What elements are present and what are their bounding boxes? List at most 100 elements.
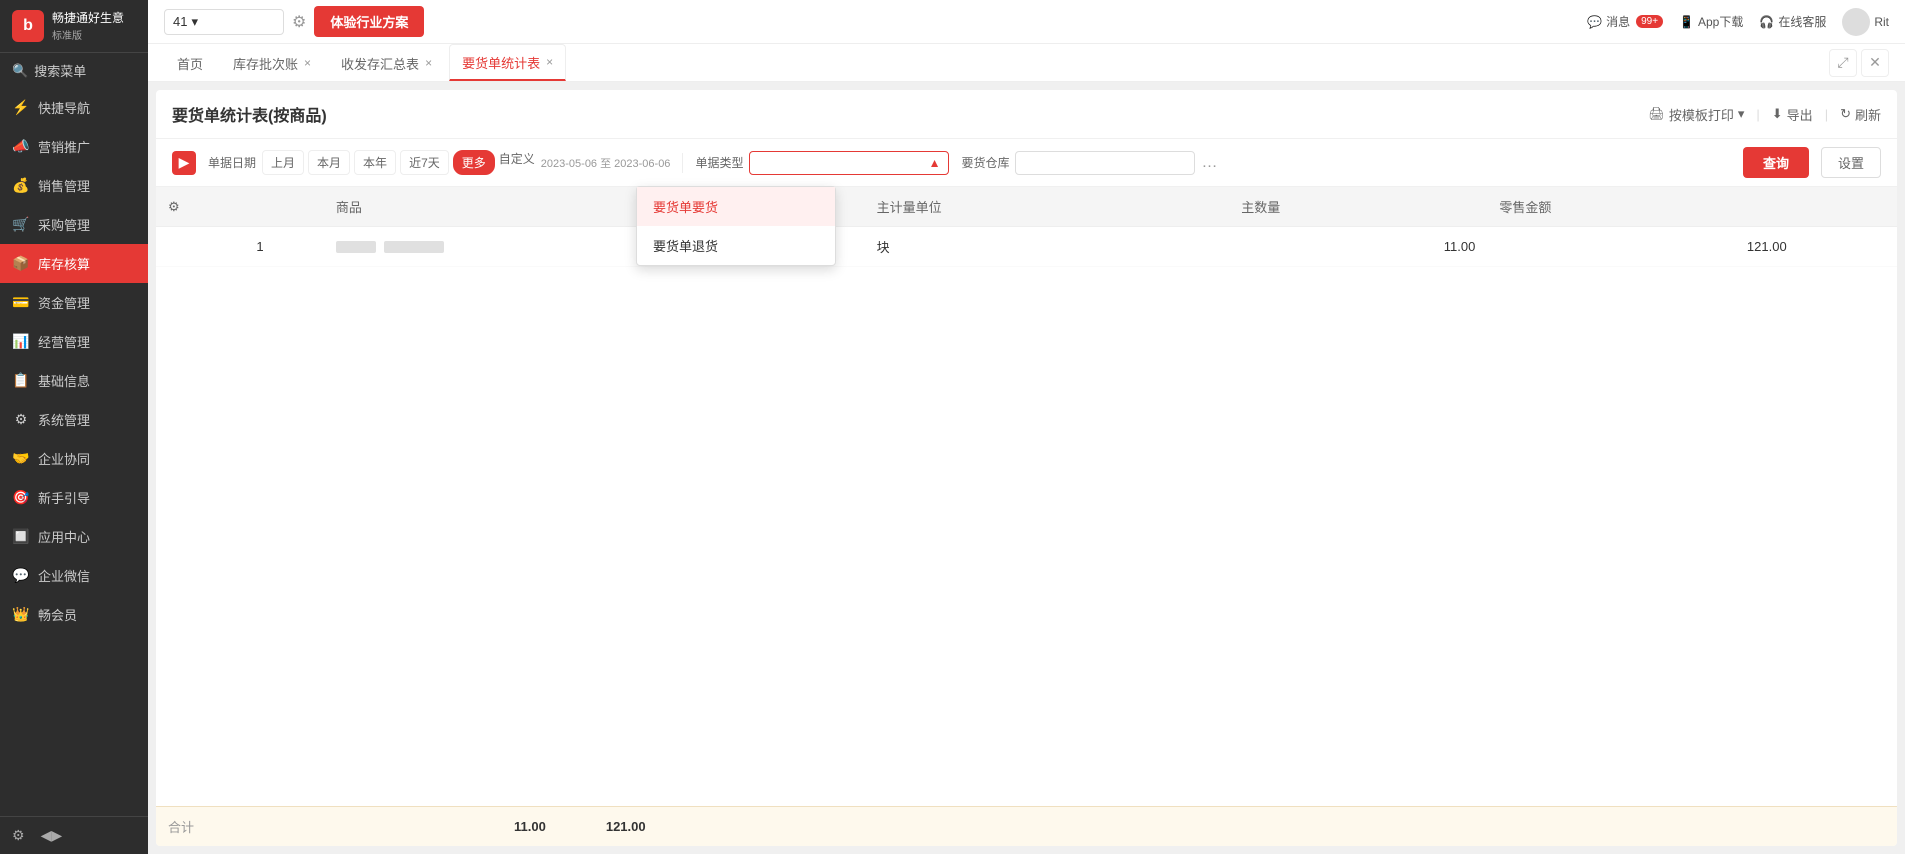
search-icon: 🔍 [12, 63, 28, 79]
type-dropdown-popup: 要货单要货 要货单退货 [636, 186, 836, 266]
sidebar-item-sales[interactable]: 💰 销售管理 [0, 166, 148, 205]
sidebar-item-label: 销售管理 [38, 176, 90, 195]
member-icon: 👑 [12, 606, 30, 624]
date-buttons: 上月 本月 本年 近7天 更多 自定义 [262, 150, 535, 175]
quick-nav-icon: ⚡ [12, 99, 30, 117]
message-action[interactable]: 💬 消息 99+ [1587, 13, 1663, 30]
sidebar-item-enterprise[interactable]: 🤝 企业协同 [0, 439, 148, 478]
sidebar-item-base[interactable]: 📋 基础信息 [0, 361, 148, 400]
date-btn-more[interactable]: 更多 [453, 150, 495, 175]
filter-expand-btn[interactable]: ▶ [172, 151, 196, 175]
settings-button[interactable]: 设置 [1821, 147, 1881, 178]
sidebar-item-finance[interactable]: 💳 资金管理 [0, 283, 148, 322]
tab-receive-summary-close[interactable]: × [425, 56, 432, 70]
sidebar-nav: ⚡ 快捷导航 📣 营销推广 💰 销售管理 🛒 采购管理 📦 库存核算 💳 资金管… [0, 88, 148, 816]
main-area: 41 ▾ ⚙ 体验行业方案 💬 消息 99+ 📱 App下载 🎧 在线客服 [148, 0, 1905, 854]
print-btn[interactable]: 🖨 按模板打印 ▾ [1648, 105, 1744, 124]
message-icon: 💬 [1587, 15, 1602, 29]
base-icon: 📋 [12, 372, 30, 390]
trial-button[interactable]: 体验行业方案 [314, 6, 424, 37]
print-dropdown-icon: ▾ [1738, 106, 1745, 122]
sidebar-item-label: 应用中心 [38, 527, 90, 546]
warehouse-input[interactable] [1015, 151, 1195, 175]
tab-home[interactable]: 首页 [164, 44, 216, 81]
date-btn-week[interactable]: 近7天 [400, 150, 449, 175]
filter-bar: ▶ 单据日期 上月 本月 本年 近7天 更多 自定义 2023-05-06 至 … [156, 139, 1897, 187]
settings-bottom-icon[interactable]: ⚙ [12, 827, 25, 844]
refresh-icon: ↻ [1840, 106, 1851, 122]
sidebar-item-member[interactable]: 👑 畅会员 [0, 595, 148, 634]
sidebar-item-quick-nav[interactable]: ⚡ 快捷导航 [0, 88, 148, 127]
tab-receive-summary[interactable]: 收发存汇总表 × [328, 44, 445, 81]
message-badge: 99+ [1636, 15, 1663, 28]
refresh-label: 刷新 [1855, 105, 1881, 124]
tabs-close-all-btn[interactable]: ✕ [1861, 49, 1889, 77]
date-btn-custom[interactable]: 自定义 [499, 150, 535, 175]
system-icon: ⚙ [12, 411, 30, 429]
cell-quantity: 11.00 [1229, 227, 1487, 267]
app-download-icon: 📱 [1679, 15, 1694, 29]
tab-order-stats-close[interactable]: × [546, 55, 553, 69]
export-label: 导出 [1787, 105, 1813, 124]
type-select[interactable]: ▲ [749, 151, 949, 175]
dropdown-item-return[interactable]: 要货单退货 [637, 226, 835, 265]
brand-name: 畅捷通好生意 [52, 10, 124, 27]
date-btn-cur[interactable]: 本月 [308, 150, 350, 175]
sidebar-item-system[interactable]: ⚙ 系统管理 [0, 400, 148, 439]
sidebar-item-purchase[interactable]: 🛒 采购管理 [0, 205, 148, 244]
sidebar-item-label: 经营管理 [38, 332, 90, 351]
tabs-max-btn[interactable]: ⤢ [1829, 49, 1857, 77]
date-filter-label: 单据日期 [208, 154, 256, 171]
wechat-icon: 💬 [12, 567, 30, 585]
service-action[interactable]: 🎧 在线客服 [1759, 13, 1826, 30]
tab-home-label: 首页 [177, 54, 203, 73]
sidebar-collapse-icon[interactable]: ◀▶ [41, 827, 63, 844]
date-filter-group: 单据日期 上月 本月 本年 近7天 更多 自定义 2023-05-06 至 20… [208, 150, 670, 175]
app-download-action[interactable]: 📱 App下载 [1679, 13, 1743, 30]
export-btn[interactable]: ⬇ 导出 [1772, 105, 1813, 124]
tab-inventory-batch[interactable]: 库存批次账 × [220, 44, 324, 81]
search-menu[interactable]: 🔍 搜索菜单 [0, 53, 148, 88]
app-download-label: App下载 [1698, 13, 1743, 30]
sidebar-item-appstore[interactable]: 🔲 应用中心 [0, 517, 148, 556]
sidebar-item-wechat[interactable]: 💬 企业微信 [0, 556, 148, 595]
sidebar-item-label: 系统管理 [38, 410, 90, 429]
date-btn-prev[interactable]: 上月 [262, 150, 304, 175]
date-btn-year[interactable]: 本年 [354, 150, 396, 175]
service-icon: 🎧 [1759, 15, 1774, 29]
user-name: Rit [1874, 15, 1889, 29]
col-settings[interactable]: ⚙ [156, 187, 196, 227]
tabs-bar: 首页 库存批次账 × 收发存汇总表 × 要货单统计表 × ⤢ ✕ [148, 44, 1905, 82]
sidebar-item-operations[interactable]: 📊 经营管理 [0, 322, 148, 361]
sidebar-item-inventory[interactable]: 📦 库存核算 [0, 244, 148, 283]
cell-rownum: 1 [196, 227, 324, 267]
col-extra [1799, 187, 1897, 227]
tab-inventory-batch-close[interactable]: × [304, 56, 311, 70]
sidebar-item-label: 新手引导 [38, 488, 90, 507]
product-placeholder-1 [336, 241, 376, 253]
refresh-btn[interactable]: ↻ 刷新 [1840, 105, 1881, 124]
more-filter-icon[interactable]: … [1201, 154, 1217, 172]
tab-order-stats[interactable]: 要货单统计表 × [449, 44, 566, 81]
topbar-right: 💬 消息 99+ 📱 App下载 🎧 在线客服 Rit [1587, 8, 1889, 36]
marketing-icon: 📣 [12, 138, 30, 156]
topbar-gear-icon[interactable]: ⚙ [292, 12, 306, 32]
print-icon: 🖨 [1648, 106, 1665, 122]
cell-extra [1799, 227, 1897, 267]
search-button[interactable]: 查询 [1743, 147, 1809, 178]
filter-divider1 [682, 153, 683, 173]
date-range-display: 2023-05-06 至 2023-06-06 [541, 155, 671, 171]
sidebar-item-marketing[interactable]: 📣 营销推广 [0, 127, 148, 166]
warehouse-filter-label: 要货仓库 [961, 154, 1009, 171]
service-label: 在线客服 [1778, 13, 1826, 30]
page-header: 要货单统计表(按商品) 🖨 按模板打印 ▾ | ⬇ 导出 | ↻ 刷新 [156, 90, 1897, 139]
topbar-left: 41 ▾ ⚙ 体验行业方案 [164, 6, 1575, 37]
page-title: 要货单统计表(按商品) [172, 102, 327, 126]
dropdown-item-order[interactable]: 要货单要货 [637, 187, 835, 226]
store-selector[interactable]: 41 ▾ [164, 9, 284, 35]
footer-quantity: 11.00 [514, 819, 546, 834]
sidebar-item-guide[interactable]: 🎯 新手引导 [0, 478, 148, 517]
finance-icon: 💳 [12, 294, 30, 312]
user-profile[interactable]: Rit [1842, 8, 1889, 36]
type-select-arrow: ▲ [929, 156, 941, 170]
